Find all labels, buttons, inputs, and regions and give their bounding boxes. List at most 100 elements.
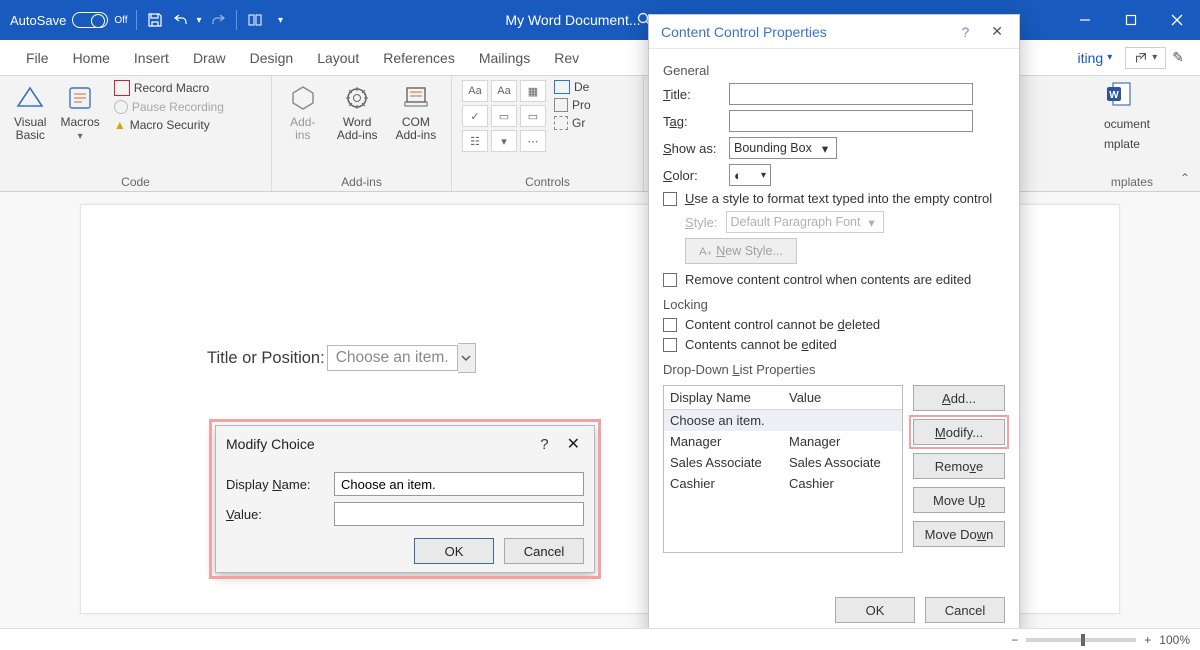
minimize-button[interactable] bbox=[1062, 0, 1108, 40]
showas-select[interactable]: Bounding Box▾ bbox=[729, 137, 837, 159]
macro-security-button[interactable]: ▲Macro Security bbox=[114, 118, 224, 132]
help-icon[interactable]: ? bbox=[943, 24, 987, 40]
control-icon[interactable]: ☷ bbox=[462, 130, 488, 152]
toggle-pill-icon bbox=[72, 12, 108, 28]
zoom-slider[interactable] bbox=[1026, 638, 1136, 642]
record-macro-button[interactable]: Record Macro bbox=[114, 80, 224, 96]
move-up-button[interactable]: Move Up bbox=[913, 487, 1005, 513]
add-button[interactable]: Add... bbox=[913, 385, 1005, 411]
move-down-button[interactable]: Move Down bbox=[913, 521, 1005, 547]
display-name-input[interactable] bbox=[334, 472, 584, 496]
share-button[interactable]: ▾ bbox=[1125, 47, 1166, 69]
checkbox-icon bbox=[663, 192, 677, 206]
qat-dropdown-icon[interactable]: ▾ bbox=[271, 10, 291, 30]
ok-button[interactable]: OK bbox=[414, 538, 494, 564]
autosave-state: Off bbox=[114, 15, 127, 26]
dialog-title: Modify Choice bbox=[226, 436, 315, 452]
value-input[interactable] bbox=[334, 502, 584, 526]
control-icon[interactable]: Aa bbox=[462, 80, 488, 102]
zoom-in-button[interactable]: + bbox=[1144, 633, 1151, 647]
ribbon-tabs: File Home Insert Draw Design Layout Refe… bbox=[0, 40, 1200, 76]
help-icon[interactable]: ? bbox=[526, 436, 562, 453]
dropdown-list-table[interactable]: Display NameValue Choose an item. Manage… bbox=[663, 385, 903, 553]
addins-icon bbox=[287, 82, 319, 114]
tab-file[interactable]: File bbox=[16, 44, 59, 72]
close-icon[interactable]: ✕ bbox=[987, 23, 1007, 40]
value-label: Value: bbox=[226, 507, 326, 522]
cancel-button[interactable]: Cancel bbox=[504, 538, 584, 564]
comments-icon[interactable]: ✎ bbox=[1172, 49, 1184, 66]
bucket-icon: ◐ bbox=[734, 168, 742, 183]
zoom-level[interactable]: 100% bbox=[1159, 633, 1190, 647]
controls-gallery[interactable]: Aa Aa ▦ ✓ ▭ ▭ ☷ ▾ ⋯ bbox=[462, 80, 546, 152]
list-item[interactable]: Sales AssociateSales Associate bbox=[664, 452, 902, 473]
title-bar: AutoSave Off ▾ ▾ My Word Document... bbox=[0, 0, 1200, 40]
zoom-out-button[interactable]: − bbox=[1011, 633, 1018, 647]
word-addins-icon bbox=[341, 82, 373, 114]
close-button[interactable] bbox=[1154, 0, 1200, 40]
tab-layout[interactable]: Layout bbox=[307, 44, 369, 72]
tab-design[interactable]: Design bbox=[240, 44, 304, 72]
tab-draw[interactable]: Draw bbox=[183, 44, 236, 72]
editing-mode-button[interactable]: iting▾ bbox=[1071, 46, 1120, 70]
style-select: Default Paragraph Font▾ bbox=[726, 211, 884, 233]
tab-mailings[interactable]: Mailings bbox=[469, 44, 540, 72]
macros-button[interactable]: Macros ▾ bbox=[56, 80, 103, 144]
style-label: Style: bbox=[685, 215, 718, 230]
modify-button[interactable]: Modify... bbox=[913, 419, 1005, 445]
display-name-label: Display Name: bbox=[226, 477, 326, 492]
lock-delete-checkbox[interactable]: Content control cannot be deleted bbox=[663, 317, 1005, 332]
control-icon[interactable]: ▭ bbox=[491, 105, 517, 127]
control-icon[interactable]: ▦ bbox=[520, 80, 546, 102]
redo-icon[interactable] bbox=[208, 10, 228, 30]
word-addins-button[interactable]: Word Add-ins bbox=[333, 80, 382, 144]
list-item[interactable]: CashierCashier bbox=[664, 473, 902, 494]
color-picker[interactable]: ◐▾ bbox=[729, 164, 771, 186]
ok-button[interactable]: OK bbox=[835, 597, 915, 623]
list-item[interactable]: Choose an item. bbox=[664, 410, 902, 431]
cancel-button[interactable]: Cancel bbox=[925, 597, 1005, 623]
maximize-button[interactable] bbox=[1108, 0, 1154, 40]
group-templates: W ocument mplate mplates bbox=[1094, 76, 1170, 191]
qat-icon-1[interactable] bbox=[245, 10, 265, 30]
content-control-dropdown[interactable]: Choose an item. bbox=[327, 343, 476, 373]
addins-button[interactable]: Add- ins bbox=[283, 80, 323, 144]
cc-placeholder: Choose an item. bbox=[327, 345, 458, 371]
close-icon[interactable]: ✕ bbox=[563, 434, 584, 454]
remove-button[interactable]: Remove bbox=[913, 453, 1005, 479]
undo-icon[interactable] bbox=[171, 10, 191, 30]
showas-label: Show as: bbox=[663, 141, 721, 156]
visual-basic-button[interactable]: Visual Basic bbox=[10, 80, 50, 144]
collapse-ribbon-button[interactable]: ⌃ bbox=[1170, 165, 1200, 191]
field-label: Title or Position: bbox=[207, 349, 325, 368]
section-ddlp: Drop-Down List Properties bbox=[663, 362, 1005, 377]
com-addins-icon bbox=[400, 82, 432, 114]
macros-icon bbox=[64, 82, 96, 114]
remove-cc-checkbox[interactable]: Remove content control when contents are… bbox=[663, 272, 1005, 287]
chevron-down-icon[interactable] bbox=[458, 343, 476, 373]
control-icon[interactable]: Aa bbox=[491, 80, 517, 102]
checkbox-icon bbox=[663, 318, 677, 332]
com-addins-button[interactable]: COM Add-ins bbox=[392, 80, 441, 144]
list-item[interactable]: ManagerManager bbox=[664, 431, 902, 452]
use-style-checkbox[interactable]: Use a style to format text typed into th… bbox=[663, 191, 1005, 206]
design-mode-button[interactable]: De bbox=[554, 80, 591, 94]
tag-input[interactable] bbox=[729, 110, 973, 132]
save-icon[interactable] bbox=[145, 10, 165, 30]
lock-edit-checkbox[interactable]: Contents cannot be edited bbox=[663, 337, 1005, 352]
tab-review[interactable]: Rev bbox=[544, 44, 589, 72]
tab-home[interactable]: Home bbox=[63, 44, 120, 72]
properties-button[interactable]: Pro bbox=[554, 98, 591, 112]
control-icon[interactable]: ⋯ bbox=[520, 130, 546, 152]
group-button[interactable]: Gr bbox=[554, 116, 591, 130]
autosave-toggle[interactable]: AutoSave Off bbox=[10, 12, 128, 28]
control-icon[interactable]: ▾ bbox=[491, 130, 517, 152]
control-icon[interactable]: ▭ bbox=[520, 105, 546, 127]
control-icon[interactable]: ✓ bbox=[462, 105, 488, 127]
ribbon: Visual Basic Macros ▾ Record Macro Pause… bbox=[0, 76, 1200, 192]
tab-insert[interactable]: Insert bbox=[124, 44, 179, 72]
ccp-title: Content Control Properties bbox=[661, 24, 827, 40]
tab-references[interactable]: References bbox=[373, 44, 465, 72]
visual-basic-icon bbox=[14, 82, 46, 114]
title-input[interactable] bbox=[729, 83, 973, 105]
